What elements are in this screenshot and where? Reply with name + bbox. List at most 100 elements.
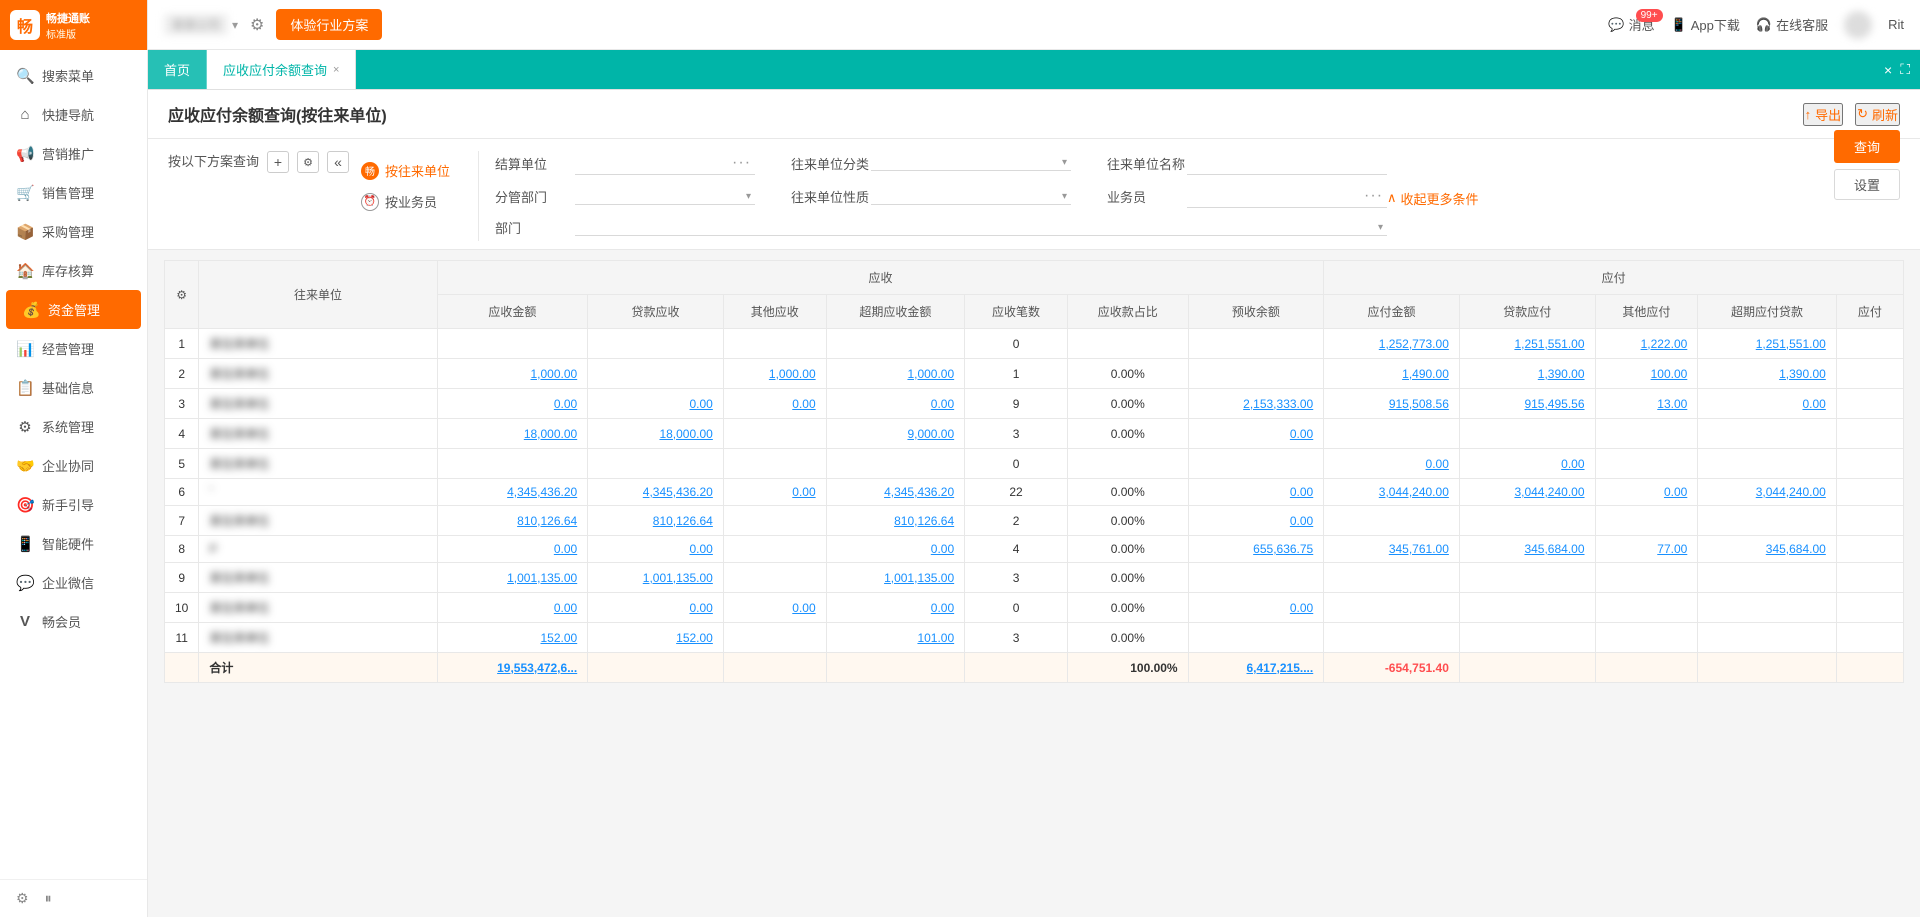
topbar-online-service[interactable]: 🎧 在线客服: [1756, 15, 1828, 34]
topbar-arrow: ▾: [232, 18, 238, 32]
filter-collapse-button[interactable]: «: [327, 151, 349, 173]
sidebar-item-hardware[interactable]: 📱 智能硬件: [0, 524, 147, 563]
settlement-select[interactable]: ···: [575, 152, 755, 175]
scheme-sidebar: 畅 按往来单位 ⏰ 按业务员: [349, 151, 479, 241]
sidebar-item-search[interactable]: 🔍 搜索菜单: [0, 56, 147, 95]
col-ar-overdue: 超期应收金额: [826, 295, 965, 329]
settlement-dots[interactable]: ···: [732, 154, 751, 172]
user-avatar[interactable]: [1844, 11, 1872, 39]
table-settings-icon[interactable]: ⚙: [165, 261, 199, 329]
sidebar-collapse-btn[interactable]: ⏸: [45, 890, 52, 907]
total-ar-amount: 19,553,472,6...: [437, 653, 588, 683]
tab-close-all-icon[interactable]: ×: [1884, 62, 1892, 78]
col-ar-loan: 贷款应收: [588, 295, 724, 329]
sidebar-item-inventory[interactable]: 🏠 库存核算: [0, 251, 147, 290]
partner-name-cell[interactable]: P: [199, 536, 437, 563]
topbar-messages[interactable]: 💬 消息 99+: [1608, 15, 1654, 34]
total-row: 合计 19,553,472,6... 100.00% 6,417,215....…: [165, 653, 1904, 683]
total-ar-prepay: 6,417,215....: [1188, 653, 1324, 683]
filter-group-subdept: 部门 ▾: [495, 218, 1387, 237]
table-row: 11某往来单位152.00152.00101.0030.00%: [165, 623, 1904, 653]
filter-add-button[interactable]: +: [267, 151, 289, 173]
refresh-button[interactable]: ↻ 刷新: [1855, 103, 1900, 126]
query-button[interactable]: 查询: [1834, 130, 1900, 163]
topbar-gear-icon[interactable]: ⚙: [250, 15, 264, 35]
export-icon: ↑: [1805, 107, 1812, 122]
topbar-app-download[interactable]: 📱 App下载: [1671, 15, 1740, 34]
sidebar-item-purchase[interactable]: 📦 采购管理: [0, 212, 147, 251]
partner-name-cell[interactable]: ˇ: [199, 479, 437, 506]
data-table: ⚙ 往来单位 应收 应付 应收金额 贷款应收 其他应收 超期应收金额 应收笔数 …: [164, 260, 1904, 683]
sidebar-item-basic[interactable]: 📋 基础信息: [0, 368, 147, 407]
tab-fullscreen-icon[interactable]: ⛶: [1900, 61, 1910, 78]
filter-fields: 结算单位 ··· 往来单位分类 ▾: [479, 151, 1387, 241]
system-icon: ⚙: [16, 418, 34, 436]
partner-name-cell[interactable]: 某往来单位: [199, 359, 437, 389]
partner-name-cell[interactable]: 某往来单位: [199, 389, 437, 419]
collapse-btn[interactable]: ∧ 收起更多条件: [1387, 155, 1479, 241]
username-label: Rit: [1888, 17, 1904, 32]
sidebar: 畅 畅捷通账 标准版 🔍 搜索菜单 ⌂ 快捷导航 📢 营销推广 🛒 销售管理 📦…: [0, 0, 148, 917]
collab-icon: 🤝: [16, 457, 34, 475]
scheme-icon-partner: 畅: [361, 162, 379, 180]
tab-home[interactable]: 首页: [148, 50, 207, 89]
main-area: 某某公司 ▾ ⚙ 体验行业方案 💬 消息 99+ 📱 App下载 🎧 在线客服 …: [148, 0, 1920, 917]
sidebar-item-quicknav[interactable]: ⌂ 快捷导航: [0, 95, 147, 134]
partner-nature-label: 往来单位性质: [791, 187, 871, 206]
table-row: 5某往来单位00.000.00: [165, 449, 1904, 479]
dept-label: 分管部门: [495, 187, 575, 206]
partner-name-cell[interactable]: 某往来单位: [199, 329, 437, 359]
partner-name-cell[interactable]: 某往来单位: [199, 419, 437, 449]
partner-name-cell[interactable]: 某往来单位: [199, 623, 437, 653]
col-ap-amount: 应付金额: [1324, 295, 1460, 329]
solution-button[interactable]: 体验行业方案: [276, 9, 382, 40]
wechat-icon: 💬: [16, 574, 34, 592]
salesman-dots[interactable]: ···: [1364, 187, 1383, 205]
sidebar-item-operation[interactable]: 📊 经营管理: [0, 329, 147, 368]
filter-group-partner-name: 往来单位名称: [1107, 151, 1387, 175]
sidebar-item-marketing[interactable]: 📢 营销推广: [0, 134, 147, 173]
scheme-item-partner[interactable]: 畅 按往来单位: [349, 155, 478, 186]
total-ar-pct: 100.00%: [1067, 653, 1188, 683]
col-partner-header: 往来单位: [199, 261, 437, 329]
partner-type-select[interactable]: ▾: [871, 155, 1071, 171]
company-name: 某某公司: [164, 14, 228, 35]
partner-name-cell[interactable]: 某往来单位: [199, 506, 437, 536]
export-button[interactable]: ↑ 导出: [1803, 103, 1844, 126]
dept-select[interactable]: ▾: [575, 189, 755, 205]
tab-ar-query[interactable]: 应收应付余额查询 ×: [207, 50, 356, 89]
table-row: 7某往来单位810,126.64810,126.64810,126.6420.0…: [165, 506, 1904, 536]
partner-name-cell[interactable]: 某往来单位: [199, 449, 437, 479]
sidebar-item-finance[interactable]: 💰 资金管理: [6, 290, 141, 329]
collapse-icon: ∧: [1387, 190, 1397, 206]
filter-area: 按以下方案查询 + ⚙ « 畅 按往来单位 ⏰ 按业务员: [148, 139, 1920, 250]
filter-group-salesman: 业务员 ···: [1107, 185, 1387, 208]
partner-name-cell[interactable]: 某往来单位: [199, 563, 437, 593]
sidebar-item-sales[interactable]: 🛒 销售管理: [0, 173, 147, 212]
subdept-select[interactable]: ▾: [575, 220, 1387, 236]
topbar: 某某公司 ▾ ⚙ 体验行业方案 💬 消息 99+ 📱 App下载 🎧 在线客服 …: [148, 0, 1920, 50]
scheme-item-salesman[interactable]: ⏰ 按业务员: [349, 186, 478, 217]
sidebar-settings-btn[interactable]: ⚙: [16, 890, 29, 907]
salesman-select[interactable]: ···: [1187, 185, 1387, 208]
filter-settings-button[interactable]: ⚙: [297, 151, 319, 173]
inventory-icon: 🏠: [16, 262, 34, 280]
sidebar-item-guide[interactable]: 🎯 新手引导: [0, 485, 147, 524]
subdept-label: 部门: [495, 218, 575, 237]
partner-name-cell[interactable]: 某往来单位: [199, 593, 437, 623]
sidebar-item-wechat[interactable]: 💬 企业微信: [0, 563, 147, 602]
sidebar-item-member[interactable]: V 畅会员: [0, 602, 147, 641]
sales-icon: 🛒: [16, 184, 34, 202]
col-ar-prepay: 预收余额: [1188, 295, 1324, 329]
table-row: 9某往来单位1,001,135.001,001,135.001,001,135.…: [165, 563, 1904, 593]
partner-name-input[interactable]: [1187, 151, 1387, 175]
subdept-chevron: ▾: [1378, 222, 1383, 233]
partner-nature-select[interactable]: ▾: [871, 189, 1071, 205]
app-icon: 📱: [1671, 17, 1687, 33]
setting-button[interactable]: 设置: [1834, 169, 1900, 200]
refresh-icon: ↻: [1857, 106, 1868, 122]
table-area: ⚙ 往来单位 应收 应付 应收金额 贷款应收 其他应收 超期应收金额 应收笔数 …: [148, 250, 1920, 917]
sidebar-item-system[interactable]: ⚙ 系统管理: [0, 407, 147, 446]
tab-close-icon[interactable]: ×: [333, 64, 339, 76]
sidebar-item-collab[interactable]: 🤝 企业协同: [0, 446, 147, 485]
